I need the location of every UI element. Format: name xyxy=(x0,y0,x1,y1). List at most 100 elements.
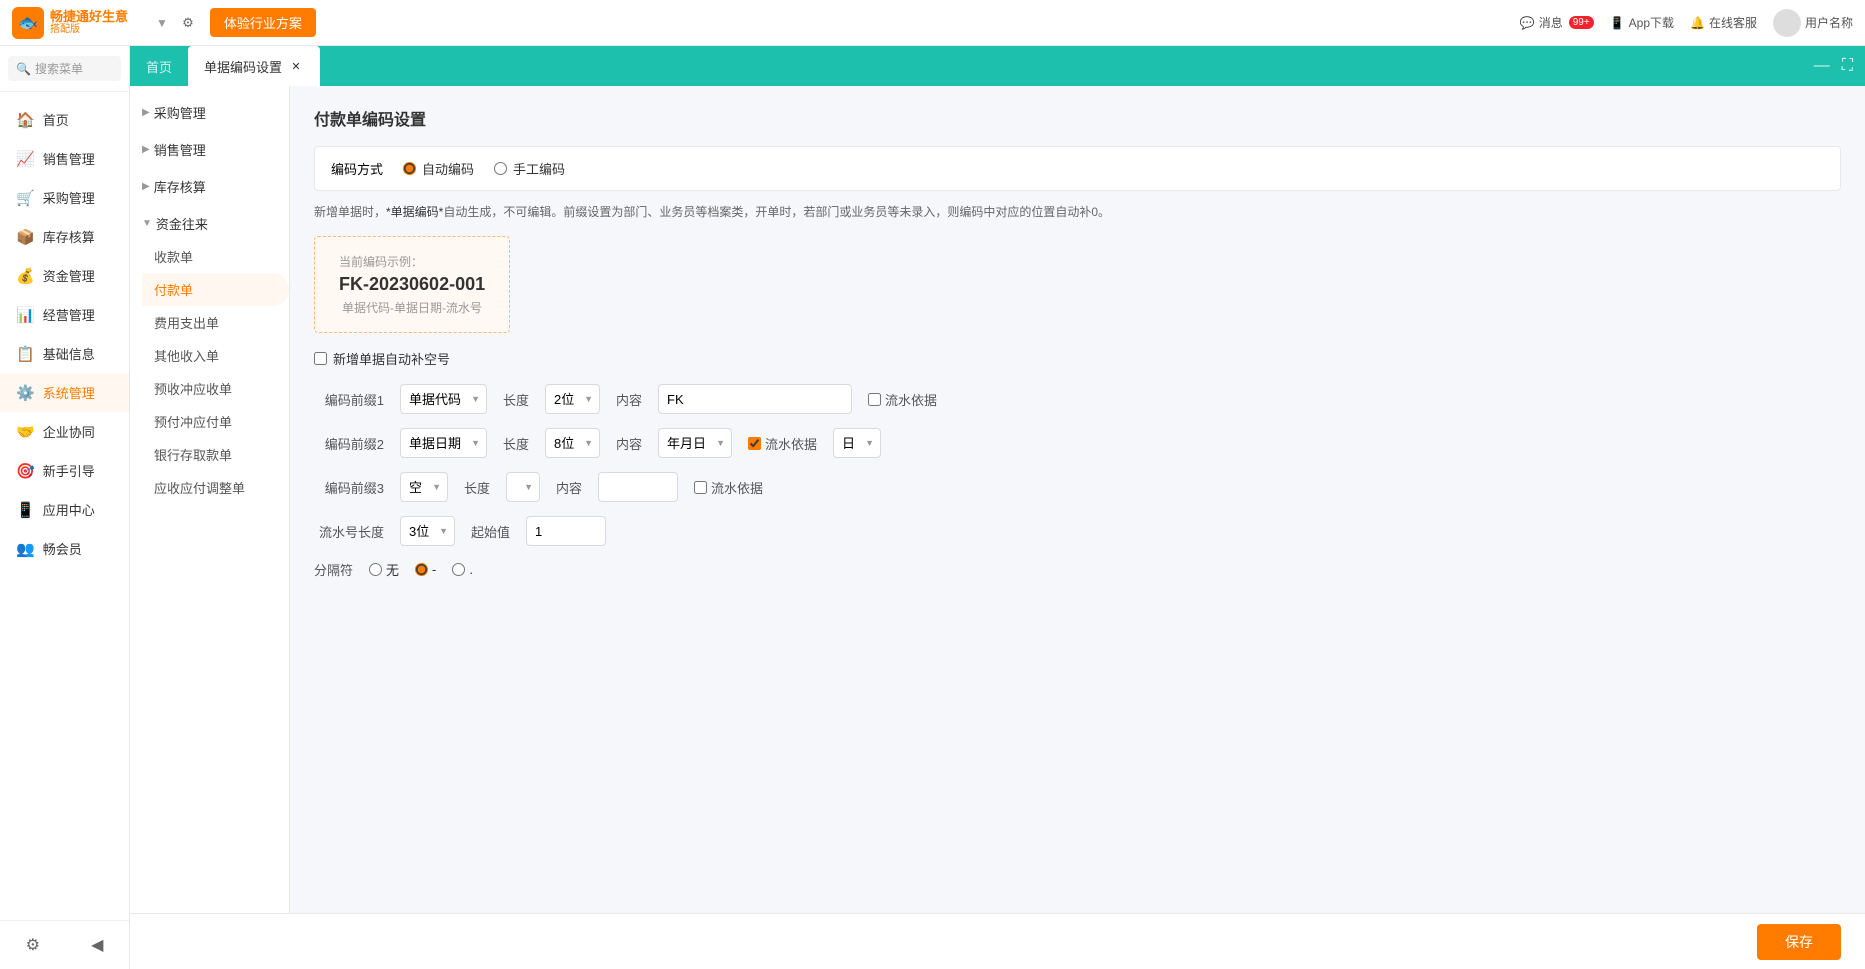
prefix1-length-select[interactable]: 2位 xyxy=(554,392,591,407)
prefix2-serial-input[interactable] xyxy=(748,437,761,450)
sep-dot-label: . xyxy=(469,562,473,577)
prefix3-length-select-wrapper[interactable]: ▼ xyxy=(506,472,540,502)
code-preview-box: 当前编码示例： FK-20230602-001 单据代码-单据日期-流水号 xyxy=(314,236,510,333)
prefix2-select-wrapper[interactable]: 单据日期 ▼ xyxy=(400,428,487,458)
prefix1-content-input[interactable] xyxy=(658,384,852,414)
messages-label: 消息 xyxy=(1539,14,1563,31)
prefix3-select-wrapper[interactable]: 空 ▼ xyxy=(400,472,448,502)
tab-expand-icon[interactable]: ⛶ xyxy=(1838,53,1857,79)
submenu-item-other-income[interactable]: 其他收入单 xyxy=(142,339,289,372)
sidebar-item-system[interactable]: ⚙️ 系统管理 xyxy=(0,373,129,412)
submenu-group-sales-label: 销售管理 xyxy=(154,140,206,159)
manual-encoding-input[interactable] xyxy=(494,162,507,175)
submenu-item-prepaid-payable[interactable]: 预付冲应付单 xyxy=(142,405,289,438)
prefix2-content-select-wrapper[interactable]: 年月日 ▼ xyxy=(658,428,732,458)
submenu-item-receipt[interactable]: 收款单 xyxy=(142,240,289,273)
prefix1-select[interactable]: 单据代码 xyxy=(409,392,478,407)
sep-none-input[interactable] xyxy=(369,563,382,576)
sidebar-item-operation[interactable]: 📊 经营管理 xyxy=(0,295,129,334)
prefix2-serial-checkbox[interactable]: 流水依据 xyxy=(748,434,817,453)
prefix2-select[interactable]: 单据日期 xyxy=(409,436,478,451)
user-area[interactable]: 用户名称 xyxy=(1773,9,1853,37)
prefix3-serial-input[interactable] xyxy=(694,481,707,494)
prefix1-serial-checkbox[interactable]: 流水依据 xyxy=(868,390,937,409)
sidebar-item-inventory[interactable]: 📦 库存核算 xyxy=(0,217,129,256)
sidebar-search-inner[interactable]: 🔍 搜索菜单 xyxy=(8,56,121,81)
page-title: 付款单编码设置 xyxy=(314,106,1841,130)
inner-layout: ▶ 采购管理 ▶ 销售管理 ▶ 库存核算 xyxy=(130,86,1865,913)
basic-icon: 📋 xyxy=(16,345,35,363)
sidebar-item-apps[interactable]: 📱 应用中心 xyxy=(0,490,129,529)
logo-title: 畅捷通好生意 xyxy=(50,9,128,25)
tab-home[interactable]: 首页 xyxy=(130,46,188,86)
sidebar: 🔍 搜索菜单 🏠 首页 📈 销售管理 🛒 采购管理 📦 库存核算 💰 xyxy=(0,46,130,969)
submenu-group-finance-header[interactable]: ▼ 资金往来 xyxy=(130,207,289,240)
sep-dash-input[interactable] xyxy=(415,563,428,576)
start-value-input[interactable] xyxy=(526,516,606,546)
sidebar-item-guide[interactable]: 🎯 新手引导 xyxy=(0,451,129,490)
sep-dot-input[interactable] xyxy=(452,563,465,576)
submenu-item-payment[interactable]: 付款单 xyxy=(142,273,289,306)
sidebar-collapse-icon[interactable]: ◀ xyxy=(83,931,111,959)
logo-icon: 🐟 xyxy=(12,7,44,39)
sidebar-item-finance[interactable]: 💰 资金管理 xyxy=(0,256,129,295)
inventory-icon: 📦 xyxy=(16,228,35,246)
prefix3-serial-checkbox[interactable]: 流水依据 xyxy=(694,478,763,497)
prefix1-length-select-wrapper[interactable]: 2位 ▼ xyxy=(545,384,600,414)
sidebar-settings-icon[interactable]: ⚙ xyxy=(18,931,48,959)
settings-icon[interactable]: ⚙ xyxy=(174,9,202,37)
submenu-item-prepaid-receivable[interactable]: 预收冲应收单 xyxy=(142,372,289,405)
prefix2-period-select-wrapper[interactable]: 日 ▼ xyxy=(833,428,881,458)
guide-icon: 🎯 xyxy=(16,462,35,480)
manual-encoding-radio[interactable]: 手工编码 xyxy=(494,159,565,178)
submenu-group-purchase-header[interactable]: ▶ 采购管理 xyxy=(130,96,289,129)
sep-dot-radio[interactable]: . xyxy=(452,562,473,577)
prefix2-length-select[interactable]: 8位 xyxy=(554,436,591,451)
prefix2-length-select-wrapper[interactable]: 8位 ▼ xyxy=(545,428,600,458)
sidebar-item-basic[interactable]: 📋 基础信息 xyxy=(0,334,129,373)
sidebar-search-area[interactable]: 🔍 搜索菜单 xyxy=(0,46,129,92)
sidebar-item-sales[interactable]: 📈 销售管理 xyxy=(0,139,129,178)
serial-length-select[interactable]: 3位 xyxy=(409,524,446,539)
breadcrumb-area: ▼ ⚙ xyxy=(156,9,202,37)
tab-encoding[interactable]: 单据编码设置 ✕ xyxy=(188,46,320,86)
prefix3-content-input[interactable] xyxy=(598,472,678,502)
submenu-group-sales-header[interactable]: ▶ 销售管理 xyxy=(130,133,289,166)
tab-minimize-icon[interactable]: — xyxy=(1810,53,1834,79)
bottom-bar: 保存 xyxy=(130,913,1865,969)
tab-encoding-close[interactable]: ✕ xyxy=(288,58,304,74)
prefix2-content-select[interactable]: 年月日 xyxy=(667,436,723,451)
submenu-group-inventory-header[interactable]: ▶ 库存核算 xyxy=(130,170,289,203)
submenu-arrow-purchase: ▶ xyxy=(142,107,150,118)
online-service-label: 在线客服 xyxy=(1709,14,1757,31)
app-download-action[interactable]: 📱 App下载 xyxy=(1610,14,1674,31)
serial-length-label: 流水号长度 xyxy=(314,522,384,541)
sidebar-item-member[interactable]: 👥 畅会员 xyxy=(0,529,129,568)
sidebar-item-home[interactable]: 🏠 首页 xyxy=(0,100,129,139)
submenu-item-expense[interactable]: 费用支出单 xyxy=(142,306,289,339)
auto-encoding-radio[interactable]: 自动编码 xyxy=(403,159,474,178)
sep-none-radio[interactable]: 无 xyxy=(369,560,399,579)
online-service-action[interactable]: 🔔 在线客服 xyxy=(1690,14,1757,31)
auto-fill-checkbox[interactable] xyxy=(314,352,327,365)
trial-button[interactable]: 体验行业方案 xyxy=(210,8,316,37)
submenu-item-adjustment[interactable]: 应收应付调整单 xyxy=(142,471,289,504)
prefix2-period-select[interactable]: 日 xyxy=(842,436,872,451)
messages-action[interactable]: 💬 消息 99+ xyxy=(1520,14,1594,31)
auto-encoding-input[interactable] xyxy=(403,162,416,175)
code-preview-sub: 单据代码-单据日期-流水号 xyxy=(339,299,485,316)
prefix3-select[interactable]: 空 xyxy=(409,480,439,495)
sidebar-item-purchase[interactable]: 🛒 采购管理 xyxy=(0,178,129,217)
sep-dash-radio[interactable]: - xyxy=(415,562,436,577)
prefix1-serial-input[interactable] xyxy=(868,393,881,406)
save-button[interactable]: 保存 xyxy=(1757,924,1841,960)
serial-length-select-wrapper[interactable]: 3位 ▼ xyxy=(400,516,455,546)
submenu-group-finance: ▼ 资金往来 收款单 付款单 费用支出单 其他收入单 预收冲应收单 预付冲应付单… xyxy=(130,207,289,504)
sidebar-item-member-label: 畅会员 xyxy=(43,539,82,558)
prefix3-length-select[interactable] xyxy=(515,480,531,495)
sidebar-item-enterprise[interactable]: 🤝 企业协同 xyxy=(0,412,129,451)
message-icon: 💬 xyxy=(1520,16,1535,30)
separator-label: 分隔符 xyxy=(314,560,353,579)
submenu-item-bank-deposit[interactable]: 银行存取款单 xyxy=(142,438,289,471)
prefix1-select-wrapper[interactable]: 单据代码 ▼ xyxy=(400,384,487,414)
